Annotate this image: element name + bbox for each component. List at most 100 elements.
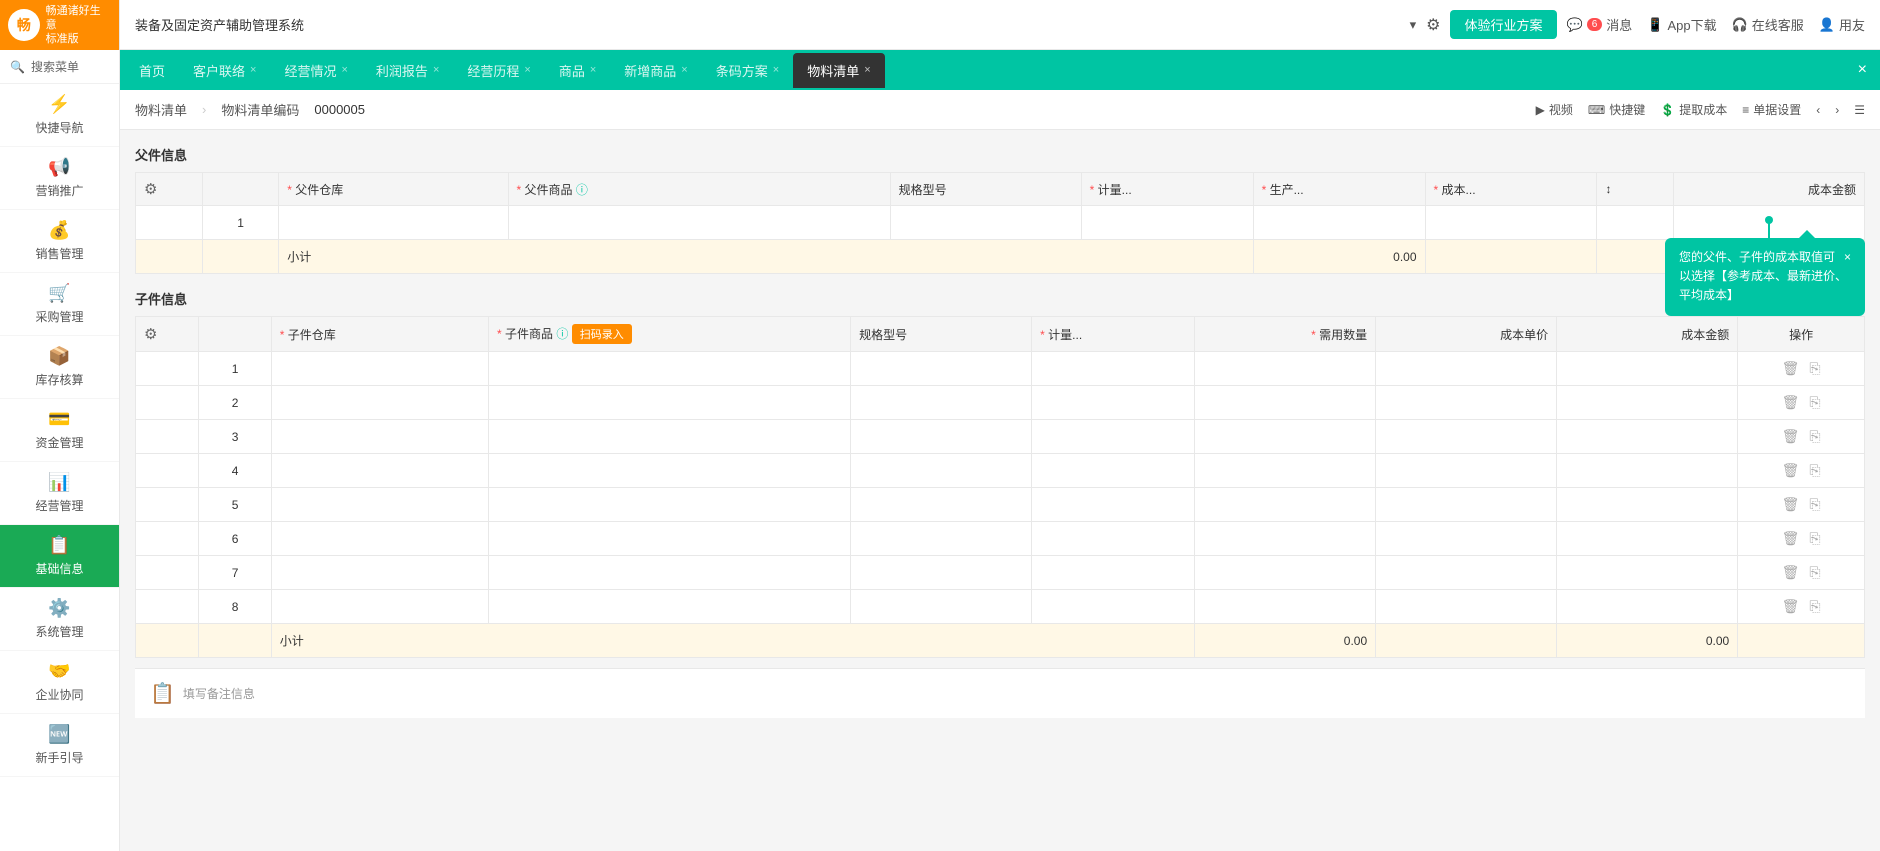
delete-row-1-button[interactable]: 🗑: [1779, 360, 1803, 377]
child-row-2-quantity[interactable]: [1195, 386, 1376, 420]
child-row-7-warehouse[interactable]: [271, 556, 488, 590]
shortcut-action[interactable]: ⌨ 快捷键: [1588, 101, 1645, 118]
app-download-item[interactable]: 📱 App下载: [1647, 15, 1716, 34]
parent-row-1-warehouse[interactable]: [279, 206, 508, 240]
sidebar-item-purchase[interactable]: 🛒 采购管理: [0, 273, 119, 336]
sidebar-item-basic-info[interactable]: 📋 基础信息: [0, 525, 119, 588]
tab-new-goods-close[interactable]: ×: [681, 64, 687, 76]
child-settings-icon[interactable]: ⚙: [144, 326, 157, 343]
tab-barcode-close[interactable]: ×: [773, 64, 779, 76]
child-row-4-warehouse[interactable]: [271, 454, 488, 488]
child-row-8-quantity[interactable]: [1195, 590, 1376, 624]
tooltip-close-button[interactable]: ×: [1844, 248, 1851, 267]
child-row-3-warehouse[interactable]: [271, 420, 488, 454]
nav-next[interactable]: ›: [1835, 103, 1839, 117]
delete-row-2-button[interactable]: 🗑: [1779, 394, 1803, 411]
tab-goods[interactable]: 商品 ×: [545, 53, 610, 88]
tab-business[interactable]: 经营情况 ×: [270, 53, 361, 88]
breadcrumb-bom-list[interactable]: 物料清单: [135, 100, 187, 119]
child-row-6-warehouse[interactable]: [271, 522, 488, 556]
delete-row-5-button[interactable]: 🗑: [1779, 496, 1803, 513]
settings-gear-icon[interactable]: ⚙: [1426, 15, 1440, 35]
child-row-8-warehouse[interactable]: [271, 590, 488, 624]
tab-bom[interactable]: 物料清单 ×: [793, 53, 884, 88]
trial-button[interactable]: 体验行业方案: [1450, 10, 1556, 39]
copy-row-6-button[interactable]: ⎘: [1806, 530, 1823, 547]
user-item[interactable]: 👤 用友: [1819, 15, 1865, 34]
scan-input-button[interactable]: 扫码录入: [572, 324, 632, 344]
child-row-5-goods[interactable]: [489, 488, 851, 522]
online-service-item[interactable]: 🎧 在线客服: [1732, 15, 1804, 34]
sidebar-item-sales[interactable]: 💰 销售管理: [0, 210, 119, 273]
copy-row-1-button[interactable]: ⎘: [1806, 360, 1823, 377]
sidebar-item-operations[interactable]: 📊 经营管理: [0, 462, 119, 525]
system-dropdown[interactable]: ▾: [1410, 17, 1417, 33]
child-row-6-unit[interactable]: [1032, 522, 1195, 556]
child-row-8-unit[interactable]: [1032, 590, 1195, 624]
child-row-3-unit[interactable]: [1032, 420, 1195, 454]
copy-row-4-button[interactable]: ⎘: [1806, 462, 1823, 479]
sidebar-item-inventory[interactable]: 📦 库存核算: [0, 336, 119, 399]
tab-new-goods[interactable]: 新增商品 ×: [610, 53, 701, 88]
child-row-4-unit[interactable]: [1032, 454, 1195, 488]
sidebar-item-guide[interactable]: 🆕 新手引导: [0, 714, 119, 777]
breadcrumb-bom-code[interactable]: 物料清单编码: [221, 100, 299, 119]
copy-row-8-button[interactable]: ⎘: [1806, 598, 1823, 615]
child-goods-info-icon[interactable]: ⓘ: [556, 327, 568, 341]
child-row-7-unit[interactable]: [1032, 556, 1195, 590]
copy-row-7-button[interactable]: ⎘: [1806, 564, 1823, 581]
parent-row-1-goods[interactable]: [508, 206, 890, 240]
delete-row-6-button[interactable]: 🗑: [1779, 530, 1803, 547]
message-item[interactable]: 💬 6 消息: [1567, 15, 1633, 34]
child-row-5-unit[interactable]: [1032, 488, 1195, 522]
single-settings-action[interactable]: ≡ 单据设置: [1742, 101, 1801, 118]
tab-customer-close[interactable]: ×: [250, 64, 256, 76]
copy-row-2-button[interactable]: ⎘: [1806, 394, 1823, 411]
parent-row-1-cost[interactable]: [1425, 206, 1597, 240]
nav-prev[interactable]: ‹: [1816, 103, 1820, 117]
child-row-8-goods[interactable]: [489, 590, 851, 624]
sidebar-item-system[interactable]: ⚙️ 系统管理: [0, 588, 119, 651]
sidebar-item-quick-nav[interactable]: ⚡ 快捷导航: [0, 84, 119, 147]
child-row-1-warehouse[interactable]: [271, 352, 488, 386]
sidebar-item-enterprise[interactable]: 🤝 企业协同: [0, 651, 119, 714]
child-row-1-unit[interactable]: [1032, 352, 1195, 386]
child-row-4-quantity[interactable]: [1195, 454, 1376, 488]
note-icon[interactable]: 📋: [150, 681, 175, 706]
tab-business-close[interactable]: ×: [341, 64, 347, 76]
tab-bom-close[interactable]: ×: [864, 64, 870, 76]
child-row-5-quantity[interactable]: [1195, 488, 1376, 522]
child-row-5-warehouse[interactable]: [271, 488, 488, 522]
tab-profit-close[interactable]: ×: [433, 64, 439, 76]
tab-customer[interactable]: 客户联络 ×: [179, 53, 270, 88]
parent-row-1-unit[interactable]: [1081, 206, 1253, 240]
copy-row-3-button[interactable]: ⎘: [1806, 428, 1823, 445]
tab-goods-close[interactable]: ×: [590, 64, 596, 76]
child-row-6-goods[interactable]: [489, 522, 851, 556]
parent-row-1-production[interactable]: [1253, 206, 1425, 240]
child-row-1-goods[interactable]: [489, 352, 851, 386]
child-row-2-warehouse[interactable]: [271, 386, 488, 420]
close-all-tabs[interactable]: ×: [1850, 61, 1875, 79]
sidebar-item-marketing[interactable]: 📢 营销推广: [0, 147, 119, 210]
child-row-2-unit[interactable]: [1032, 386, 1195, 420]
tab-barcode[interactable]: 条码方案 ×: [702, 53, 793, 88]
tab-profit[interactable]: 利润报告 ×: [362, 53, 453, 88]
tab-history-close[interactable]: ×: [524, 64, 530, 76]
child-row-3-goods[interactable]: [489, 420, 851, 454]
extract-cost-action[interactable]: 💲 提取成本: [1660, 101, 1727, 118]
tab-home[interactable]: 首页: [125, 53, 179, 88]
delete-row-4-button[interactable]: 🗑: [1779, 462, 1803, 479]
parent-goods-info-icon[interactable]: ⓘ: [576, 183, 588, 197]
settings-icon[interactable]: ⚙: [144, 181, 157, 198]
child-row-2-goods[interactable]: [489, 386, 851, 420]
delete-row-7-button[interactable]: 🗑: [1779, 564, 1803, 581]
child-row-3-quantity[interactable]: [1195, 420, 1376, 454]
delete-row-3-button[interactable]: 🗑: [1779, 428, 1803, 445]
tab-history[interactable]: 经营历程 ×: [453, 53, 544, 88]
child-row-7-quantity[interactable]: [1195, 556, 1376, 590]
video-action[interactable]: ▶ 视频: [1536, 101, 1573, 118]
delete-row-8-button[interactable]: 🗑: [1779, 598, 1803, 615]
child-row-6-quantity[interactable]: [1195, 522, 1376, 556]
child-row-7-goods[interactable]: [489, 556, 851, 590]
